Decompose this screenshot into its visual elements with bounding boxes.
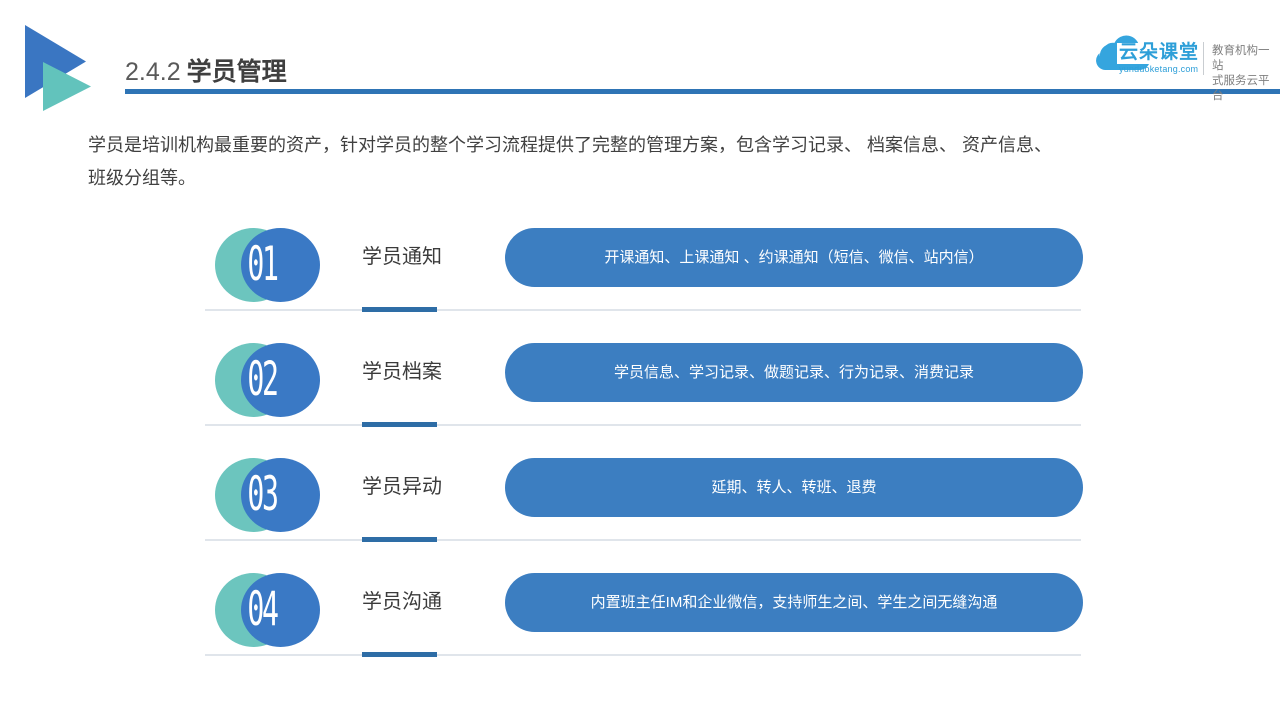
feature-pill: 内置班主任IM和企业微信，支持师生之间、学生之间无缝沟通 [505,573,1083,632]
row-divider-accent [362,537,437,542]
badge-number: 01 [246,240,277,290]
feature-label: 学员通知 [352,228,452,287]
intro-line-2: 班级分组等。 [88,162,1218,195]
brand-tagline-line2: 式服务云平台 [1212,74,1280,104]
page-title-text: 学员管理 [187,58,287,86]
feature-pill: 学员信息、学习记录、做题记录、行为记录、消费记录 [505,343,1083,402]
page-title: 2.4.2学员管理 [125,52,287,88]
row-divider [205,539,1081,541]
brand-name: 云朵课堂 [1117,43,1201,64]
row-divider [205,424,1081,426]
feature-row-change: 03 学员异动 延期、转人、转班、退费 [0,458,1280,573]
row-divider-accent [362,652,437,657]
title-underline [125,89,1280,94]
brand-domain: yunduoketang.com [1119,64,1198,74]
feature-pill: 开课通知、上课通知 、约课通知（短信、微信、站内信） [505,228,1083,287]
badge-number: 03 [246,470,277,520]
feature-label: 学员沟通 [352,573,452,632]
feature-row-archive: 02 学员档案 学员信息、学习记录、做题记录、行为记录、消费记录 [0,343,1280,458]
feature-row-notice: 01 学员通知 开课通知、上课通知 、约课通知（短信、微信、站内信） [0,228,1280,343]
brand-tagline: 教育机构一站 式服务云平台 [1212,44,1280,104]
badge-number: 02 [246,355,277,405]
intro-line-1: 学员是培训机构最重要的资产，针对学员的整个学习流程提供了完整的管理方案，包含学习… [88,129,1218,162]
feature-row-communication: 04 学员沟通 内置班主任IM和企业微信，支持师生之间、学生之间无缝沟通 [0,573,1280,688]
feature-label: 学员异动 [352,458,452,517]
brand-tagline-line1: 教育机构一站 [1212,44,1280,74]
row-divider [205,654,1081,656]
feature-pill: 延期、转人、转班、退费 [505,458,1083,517]
row-divider-accent [362,422,437,427]
row-divider [205,309,1081,311]
intro-paragraph: 学员是培训机构最重要的资产，针对学员的整个学习流程提供了完整的管理方案，包含学习… [88,129,1218,195]
logo-divider [1203,42,1204,75]
brand-logo: 云朵课堂 yunduoketang.com 教育机构一站 式服务云平台 [1095,28,1280,82]
badge-number: 04 [246,585,277,635]
row-divider-accent [362,307,437,312]
section-number: 2.4.2 [125,58,181,86]
feature-label: 学员档案 [352,343,452,402]
